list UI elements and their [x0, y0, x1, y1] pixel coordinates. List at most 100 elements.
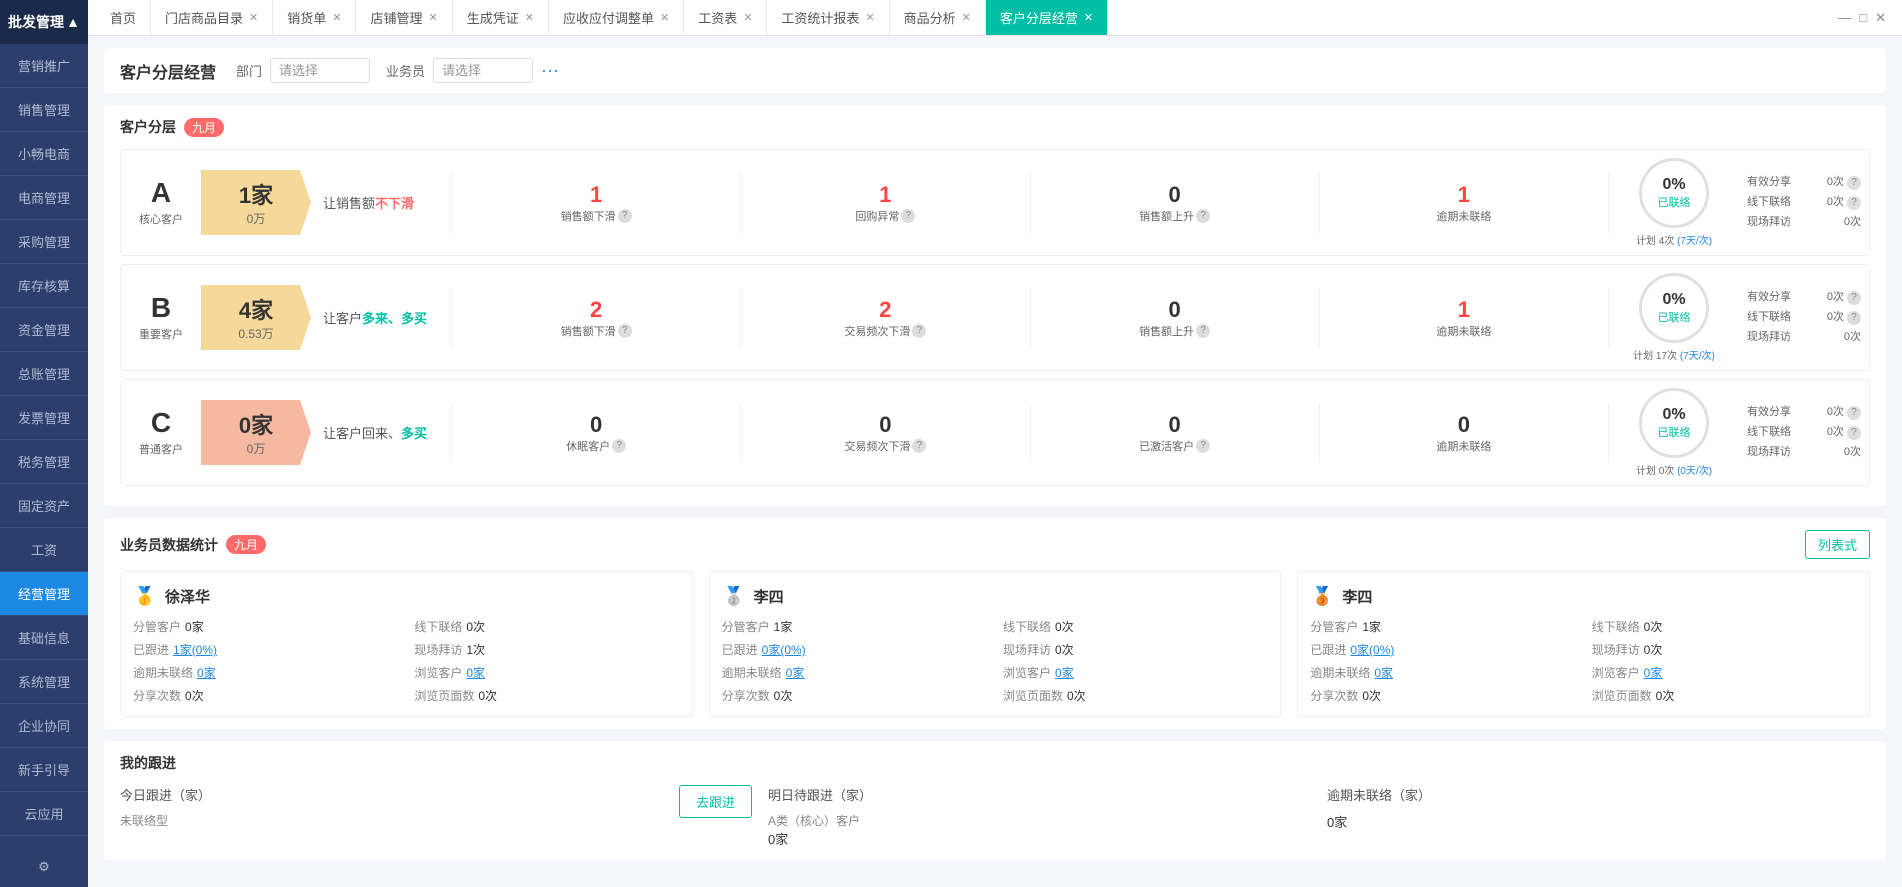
- sidebar-item-ecom-mgmt[interactable]: 电商管理: [0, 176, 88, 220]
- tab-store-mgmt[interactable]: 店铺管理 ✕: [356, 0, 452, 36]
- tab-payable[interactable]: 应收应付调整单 ✕: [549, 0, 684, 36]
- sidebar-item-sales[interactable]: 销售管理: [0, 88, 88, 132]
- sidebar-item-wages[interactable]: 工资: [0, 528, 88, 572]
- tab-close-voucher[interactable]: ✕: [525, 11, 534, 24]
- sidebar-item-guide[interactable]: 新手引导: [0, 748, 88, 792]
- tier-b-label: B 重要客户: [121, 282, 201, 354]
- person-2-stat-overdue: 逾期未联络 0家: [722, 664, 987, 681]
- tab-home[interactable]: 首页: [96, 0, 151, 36]
- tab-close-payroll[interactable]: ✕: [743, 11, 752, 24]
- tier-c-name: 普通客户: [139, 441, 183, 457]
- tier-b-count-block: 4家 0.53万: [201, 285, 311, 350]
- dept-select[interactable]: 请选择: [270, 58, 370, 83]
- info-icon-a-offline[interactable]: ?: [1847, 196, 1861, 210]
- tab-close-payable[interactable]: ✕: [660, 11, 669, 24]
- sales-person-card-3: 🥉 李四 分管客户 1家 线下联络 0次 已跟进: [1297, 571, 1870, 717]
- sidebar-item-inventory[interactable]: 库存核算: [0, 264, 88, 308]
- page-header: 客户分层经营 部门 请选择 业务员 请选择 ···: [104, 48, 1886, 93]
- medal-3-icon: 🥉: [1310, 584, 1334, 608]
- sidebar-item-ecommerce[interactable]: 小畅电商: [0, 132, 88, 176]
- info-icon-a1[interactable]: ?: [618, 209, 632, 223]
- more-options-icon[interactable]: ···: [541, 60, 559, 81]
- tab-actions: — □ ✕: [1830, 10, 1894, 26]
- follow-overdue-label: 逾期未联络（家）: [1327, 785, 1870, 804]
- tab-store-products[interactable]: 门店商品目录 ✕: [151, 0, 273, 36]
- tier-b-stat-4: 1 逾期未联络: [1320, 289, 1608, 347]
- info-icon-b-share[interactable]: ?: [1847, 291, 1861, 305]
- sidebar-item-invoice[interactable]: 发票管理: [0, 396, 88, 440]
- go-follow-button[interactable]: 去跟进: [679, 785, 752, 818]
- tier-c-action: 让客户回来、多买: [311, 415, 451, 450]
- person-2-stat-followed: 已跟进 0家(0%): [722, 641, 987, 658]
- tab-sales-order[interactable]: 销货单 ✕: [273, 0, 356, 36]
- info-icon-c-offline[interactable]: ?: [1847, 426, 1861, 440]
- person-3-header: 🥉 李四: [1310, 584, 1857, 608]
- sales-filter: 业务员 请选择 ···: [386, 58, 559, 83]
- sidebar-item-cloud[interactable]: 云应用: [0, 792, 88, 836]
- sidebar-item-marketing[interactable]: 营销推广: [0, 44, 88, 88]
- tier-c-side-stats: 有效分享 0次 ? 线下联络 0次 ? 现场拜访 0次: [1739, 395, 1869, 470]
- person-1-stat-followed: 已跟进 1家(0%): [133, 641, 398, 658]
- sidebar-item-finance[interactable]: 资金管理: [0, 308, 88, 352]
- tier-c-contact-circle[interactable]: 0% 已联络: [1639, 388, 1709, 458]
- info-icon-c2[interactable]: ?: [912, 439, 926, 453]
- follow-today-label: 今日跟进（家）: [120, 785, 663, 804]
- tab-goods-analysis[interactable]: 商品分析 ✕: [890, 0, 986, 36]
- tab-close-customer-tier[interactable]: ✕: [1084, 11, 1093, 24]
- my-follow-title: 我的跟进: [120, 753, 1870, 773]
- sidebar-item-collab[interactable]: 企业协同: [0, 704, 88, 748]
- tab-close-store-products[interactable]: ✕: [249, 11, 258, 24]
- sales-stats-badge: 九月: [226, 535, 266, 554]
- sidebar-header[interactable]: 批发管理 ▲: [0, 0, 88, 44]
- tab-close-sales-order[interactable]: ✕: [332, 11, 341, 24]
- sidebar-item-mgmt[interactable]: 经营管理: [0, 572, 88, 616]
- person-2-header: 🥈 李四: [722, 584, 1269, 608]
- tier-a-count-money: 0万: [247, 210, 266, 227]
- follow-overdue-val: 0家: [1327, 812, 1870, 831]
- tier-a-side-stats: 有效分享 0次 ? 线下联络 0次 ? 现场拜访 0次: [1739, 165, 1869, 240]
- sales-select[interactable]: 请选择: [433, 58, 533, 83]
- tier-b-contact-circle[interactable]: 0% 已联络: [1639, 273, 1709, 343]
- sales-person-card-2: 🥈 李四 分管客户 1家 线下联络 0次 已跟进: [709, 571, 1282, 717]
- info-icon-a-share[interactable]: ?: [1847, 176, 1861, 190]
- close-icon[interactable]: ✕: [1875, 10, 1886, 26]
- list-view-button[interactable]: 列表式: [1805, 530, 1870, 559]
- person-2-stat-share: 分享次数 0次: [722, 687, 987, 704]
- tier-b-count-num: 4家: [239, 293, 273, 325]
- info-icon-c1[interactable]: ?: [612, 439, 626, 453]
- tab-payroll-stats[interactable]: 工资统计报表 ✕: [767, 0, 889, 36]
- person-2-name: 李四: [754, 586, 784, 607]
- info-icon-b2[interactable]: ?: [912, 324, 926, 338]
- tab-close-goods-analysis[interactable]: ✕: [962, 11, 971, 24]
- info-icon-c-share[interactable]: ?: [1847, 406, 1861, 420]
- tier-b-count-money: 0.53万: [238, 325, 273, 342]
- info-icon-b3[interactable]: ?: [1196, 324, 1210, 338]
- sidebar-item-assets[interactable]: 固定资产: [0, 484, 88, 528]
- maximize-icon[interactable]: □: [1859, 10, 1867, 25]
- tab-close-payroll-stats[interactable]: ✕: [865, 11, 874, 24]
- sidebar-item-basic[interactable]: 基础信息: [0, 616, 88, 660]
- tab-voucher[interactable]: 生成凭证 ✕: [453, 0, 549, 36]
- tab-bar: 首页 门店商品目录 ✕ 销货单 ✕ 店铺管理 ✕ 生成凭证 ✕ 应收应付调整单 …: [88, 0, 1902, 36]
- info-icon-a3[interactable]: ?: [1196, 209, 1210, 223]
- info-icon-b1[interactable]: ?: [618, 324, 632, 338]
- info-icon-a2[interactable]: ?: [901, 209, 915, 223]
- page-title: 客户分层经营: [120, 59, 216, 83]
- person-1-stat-share: 分享次数 0次: [133, 687, 398, 704]
- person-1-stat-browse-customer: 浏览客户 0家: [414, 664, 679, 681]
- sidebar-item-tax[interactable]: 税务管理: [0, 440, 88, 484]
- sidebar-collapse-icon[interactable]: ▲: [66, 14, 80, 30]
- info-icon-c3[interactable]: ?: [1196, 439, 1210, 453]
- tab-close-store-mgmt[interactable]: ✕: [429, 11, 438, 24]
- tier-a-contact-circle[interactable]: 0% 已联络: [1639, 158, 1709, 228]
- sidebar-item-purchase[interactable]: 采购管理: [0, 220, 88, 264]
- dept-label: 部门: [236, 61, 262, 80]
- sidebar-settings[interactable]: ⚙: [0, 847, 88, 887]
- sidebar-item-system[interactable]: 系统管理: [0, 660, 88, 704]
- sidebar-item-ledger[interactable]: 总账管理: [0, 352, 88, 396]
- person-1-name: 徐泽华: [165, 586, 210, 607]
- tab-customer-tier[interactable]: 客户分层经营 ✕: [986, 0, 1108, 36]
- info-icon-b-offline[interactable]: ?: [1847, 311, 1861, 325]
- tab-payroll[interactable]: 工资表 ✕: [684, 0, 767, 36]
- minimize-icon[interactable]: —: [1838, 10, 1851, 25]
